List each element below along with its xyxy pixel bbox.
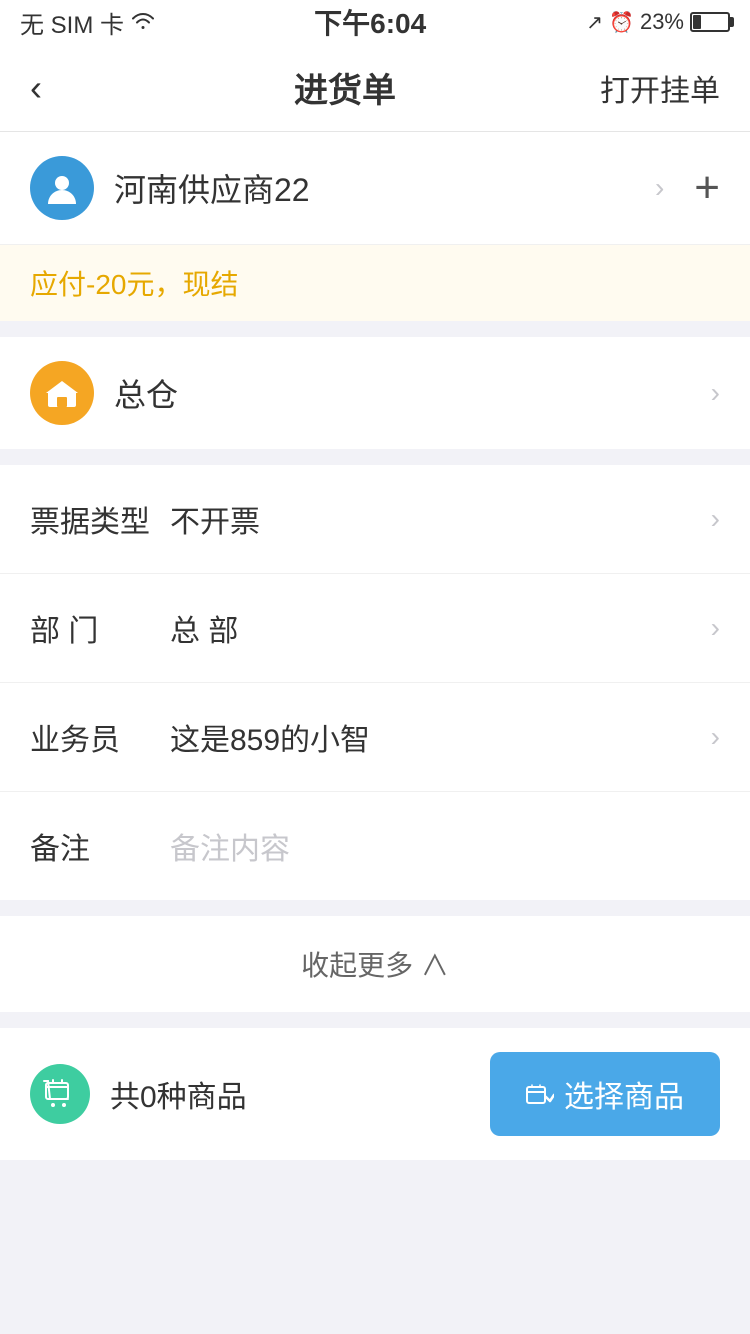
warehouse-name: 总仓 [114, 370, 711, 416]
status-bar: 无 SIM 卡 下午6:04 ↗ ⏰ 23% [0, 0, 750, 44]
bottom-section: 共0种商品 选择商品 [0, 1028, 750, 1160]
supplier-name: 河南供应商22 [114, 165, 655, 211]
warehouse-chevron-icon: › [711, 377, 720, 409]
content-area: 河南供应商22 › + 应付-20元，现结 总仓 › 票据类型 不开票 › 部 … [0, 132, 750, 1160]
collapse-row[interactable]: 收起更多 ∧ [0, 916, 750, 1012]
select-product-button[interactable]: 选择商品 [490, 1052, 720, 1136]
invoice-type-value: 不开票 [170, 497, 711, 541]
nav-bar: ‹ 进货单 打开挂单 [0, 44, 750, 132]
warehouse-icon [44, 375, 80, 411]
status-right: ↗ ⏰ 23% [586, 9, 730, 35]
open-hang-order-button[interactable]: 打开挂单 [600, 66, 720, 110]
salesperson-chevron: › [711, 721, 720, 753]
select-product-icon [526, 1077, 554, 1111]
add-supplier-button[interactable]: + [694, 166, 720, 210]
supplier-card: 河南供应商22 › + 应付-20元，现结 [0, 132, 750, 321]
select-product-label: 选择商品 [564, 1072, 684, 1116]
remark-value: 备注内容 [170, 824, 720, 868]
department-label: 部 门 [30, 606, 170, 650]
page-title: 进货单 [294, 63, 396, 112]
location-icon: ↗ [586, 10, 603, 35]
remark-row[interactable]: 备注 备注内容 [0, 792, 750, 900]
salesperson-label: 业务员 [30, 715, 170, 759]
warehouse-icon-wrap [30, 361, 94, 425]
department-chevron: › [711, 612, 720, 644]
cart-icon [43, 1077, 77, 1111]
collapse-label: 收起更多 ∧ [301, 944, 449, 984]
back-button[interactable]: ‹ [30, 67, 90, 109]
supplier-chevron-icon: › [655, 172, 664, 204]
department-row[interactable]: 部 门 总 部 › [0, 574, 750, 683]
battery-icon [690, 12, 730, 32]
invoice-type-chevron: › [711, 503, 720, 535]
notice-text: 应付-20元，现结 [30, 269, 238, 300]
battery-percentage: 23% [640, 9, 684, 35]
supplier-row[interactable]: 河南供应商22 › + [0, 132, 750, 245]
wifi-icon [132, 8, 154, 36]
invoice-type-label: 票据类型 [30, 497, 170, 541]
notice-banner: 应付-20元，现结 [0, 245, 750, 321]
status-left: 无 SIM 卡 [20, 5, 154, 40]
remark-label: 备注 [30, 824, 170, 868]
salesperson-value: 这是859的小智 [170, 715, 711, 759]
person-icon [44, 170, 80, 206]
alarm-icon: ⏰ [609, 10, 634, 35]
product-icon-wrap [30, 1064, 90, 1124]
product-count: 共0种商品 [110, 1072, 490, 1116]
status-time: 下午6:04 [314, 2, 426, 42]
supplier-avatar [30, 156, 94, 220]
warehouse-row[interactable]: 总仓 › [0, 337, 750, 449]
invoice-type-row[interactable]: 票据类型 不开票 › [0, 465, 750, 574]
form-section: 票据类型 不开票 › 部 门 总 部 › 业务员 这是859的小智 › 备注 备… [0, 465, 750, 900]
department-value: 总 部 [170, 606, 711, 650]
carrier-label: 无 SIM 卡 [20, 5, 124, 40]
salesperson-row[interactable]: 业务员 这是859的小智 › [0, 683, 750, 792]
